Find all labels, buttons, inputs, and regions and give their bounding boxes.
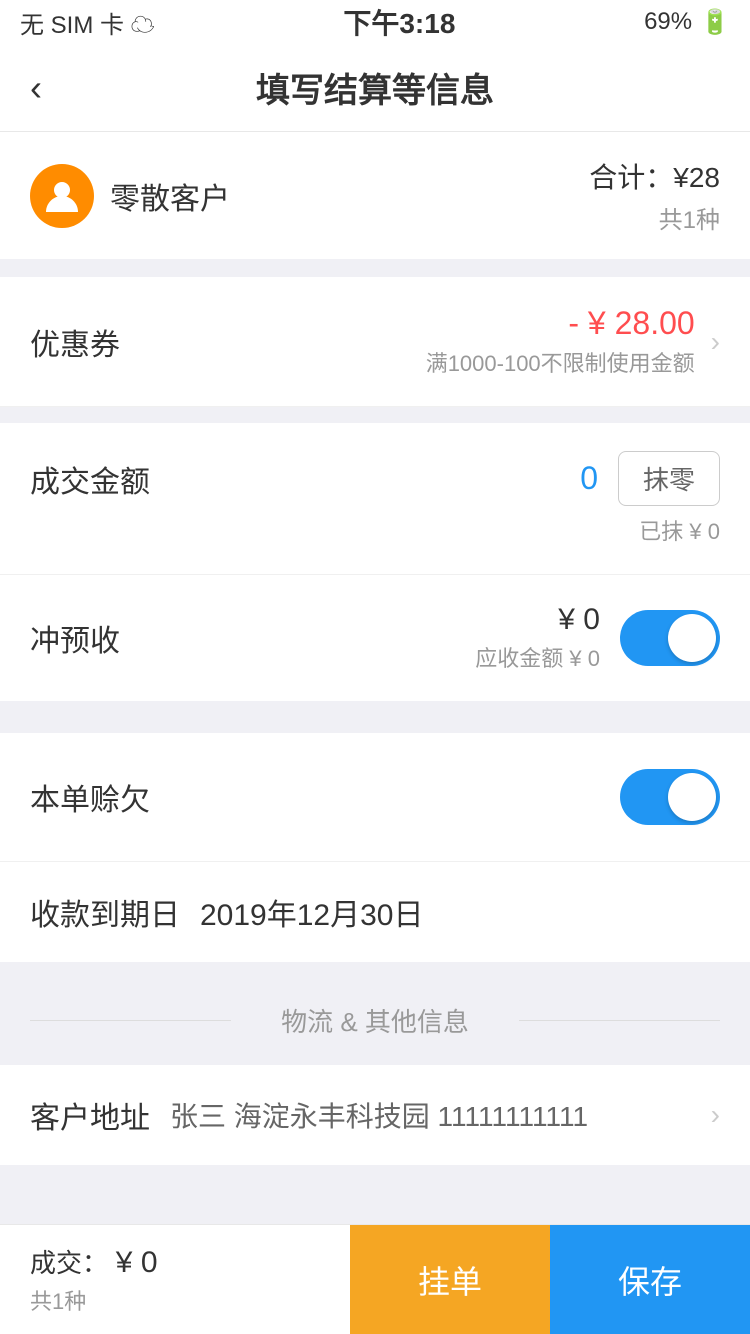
bottom-bar: 成交： ¥ 0 共1种 挂单 保存 — [0, 1224, 750, 1334]
debt-section: 本单赊欠 — [0, 733, 750, 861]
prepay-right: ¥ 0 应收金额 ¥ 0 — [475, 603, 720, 673]
page-title: 填写结算等信息 — [256, 63, 494, 112]
transaction-section: 成交金额 0 抹零 已抹 ¥ 0 — [0, 423, 750, 574]
battery-icon: 🔋 — [700, 8, 730, 37]
bottom-summary-count: 共1种 — [30, 1284, 320, 1316]
coupon-desc: 满1000-100不限制使用金额 — [426, 346, 695, 378]
logistics-section: 物流 & 其他信息 — [0, 978, 750, 1063]
transaction-right: 0 抹零 — [580, 451, 720, 506]
transaction-row: 成交金额 0 抹零 — [30, 451, 720, 506]
logistics-label: 物流 & 其他信息 — [281, 1002, 469, 1039]
prepay-receivable: 应收金额 ¥ 0 — [475, 641, 600, 673]
hold-order-button[interactable]: 挂单 — [350, 1225, 550, 1334]
customer-left: 零散客户 — [30, 164, 230, 228]
due-date-value: 2019年12月30日 — [200, 890, 423, 934]
prepay-amount-block: ¥ 0 应收金额 ¥ 0 — [475, 603, 600, 673]
coupon-label: 优惠券 — [30, 320, 120, 364]
bottom-summary-row: 成交： ¥ 0 — [30, 1243, 320, 1280]
round-zero-button[interactable]: 抹零 — [618, 451, 720, 506]
divider-1 — [0, 261, 750, 277]
divider-2 — [0, 407, 750, 423]
debt-label: 本单赊欠 — [30, 775, 150, 819]
customer-avatar — [30, 164, 94, 228]
divider-3 — [0, 701, 750, 717]
transaction-label: 成交金额 — [30, 457, 150, 501]
prepay-amount: ¥ 0 — [475, 603, 600, 637]
status-right: 69% 🔋 — [644, 8, 730, 37]
status-left: 无 SIM 卡 ☁ — [20, 5, 155, 40]
due-date-label: 收款到期日 — [30, 890, 180, 934]
coupon-right: - ¥ 28.00 满1000-100不限制使用金额 › — [426, 305, 720, 378]
customer-total: 合计：¥28 — [589, 156, 720, 196]
back-button[interactable]: ‹ — [30, 67, 42, 109]
coupon-amount: - ¥ 28.00 — [426, 305, 695, 342]
customer-count: 共1种 — [589, 200, 720, 235]
bottom-summary: 成交： ¥ 0 共1种 — [0, 1243, 350, 1316]
address-chevron-icon: › — [711, 1099, 720, 1131]
person-icon — [42, 176, 82, 216]
status-bar: 无 SIM 卡 ☁ 下午3:18 69% 🔋 — [0, 0, 750, 44]
transaction-amount: 0 — [580, 460, 598, 497]
address-section[interactable]: 客户地址 张三 海淀永丰科技园 11111111111 › — [0, 1065, 750, 1165]
due-date-section[interactable]: 收款到期日 2019年12月30日 — [0, 861, 750, 962]
chevron-right-icon: › — [711, 326, 720, 358]
customer-right: 合计：¥28 共1种 — [589, 156, 720, 235]
bottom-summary-amount: ¥ 0 — [116, 1246, 158, 1279]
nav-bar: ‹ 填写结算等信息 — [0, 44, 750, 132]
prepay-section: 冲预收 ¥ 0 应收金额 ¥ 0 — [0, 574, 750, 701]
sim-label: 无 SIM 卡 ☁ — [20, 5, 155, 40]
coupon-row[interactable]: 优惠券 - ¥ 28.00 满1000-100不限制使用金额 › — [0, 277, 750, 407]
logistics-divider: 物流 & 其他信息 — [0, 1002, 750, 1039]
debt-toggle[interactable] — [620, 769, 720, 825]
bottom-summary-label: 成交： — [30, 1248, 108, 1278]
battery-label: 69% — [644, 8, 692, 36]
prepay-label: 冲预收 — [30, 616, 120, 660]
address-value: 张三 海淀永丰科技园 11111111111 — [170, 1095, 711, 1135]
customer-section: 零散客户 合计：¥28 共1种 — [0, 132, 750, 259]
already-rounded: 已抹 ¥ 0 — [30, 514, 720, 546]
address-label: 客户地址 — [30, 1093, 150, 1137]
content-area: 零散客户 合计：¥28 共1种 优惠券 - ¥ 28.00 满1000-100不… — [0, 132, 750, 1285]
prepay-row: 冲预收 ¥ 0 应收金额 ¥ 0 — [30, 603, 720, 673]
coupon-value-block: - ¥ 28.00 满1000-100不限制使用金额 — [426, 305, 695, 378]
customer-name: 零散客户 — [110, 174, 230, 218]
status-time: 下午3:18 — [343, 2, 455, 42]
save-button[interactable]: 保存 — [550, 1225, 750, 1334]
prepay-toggle[interactable] — [620, 610, 720, 666]
